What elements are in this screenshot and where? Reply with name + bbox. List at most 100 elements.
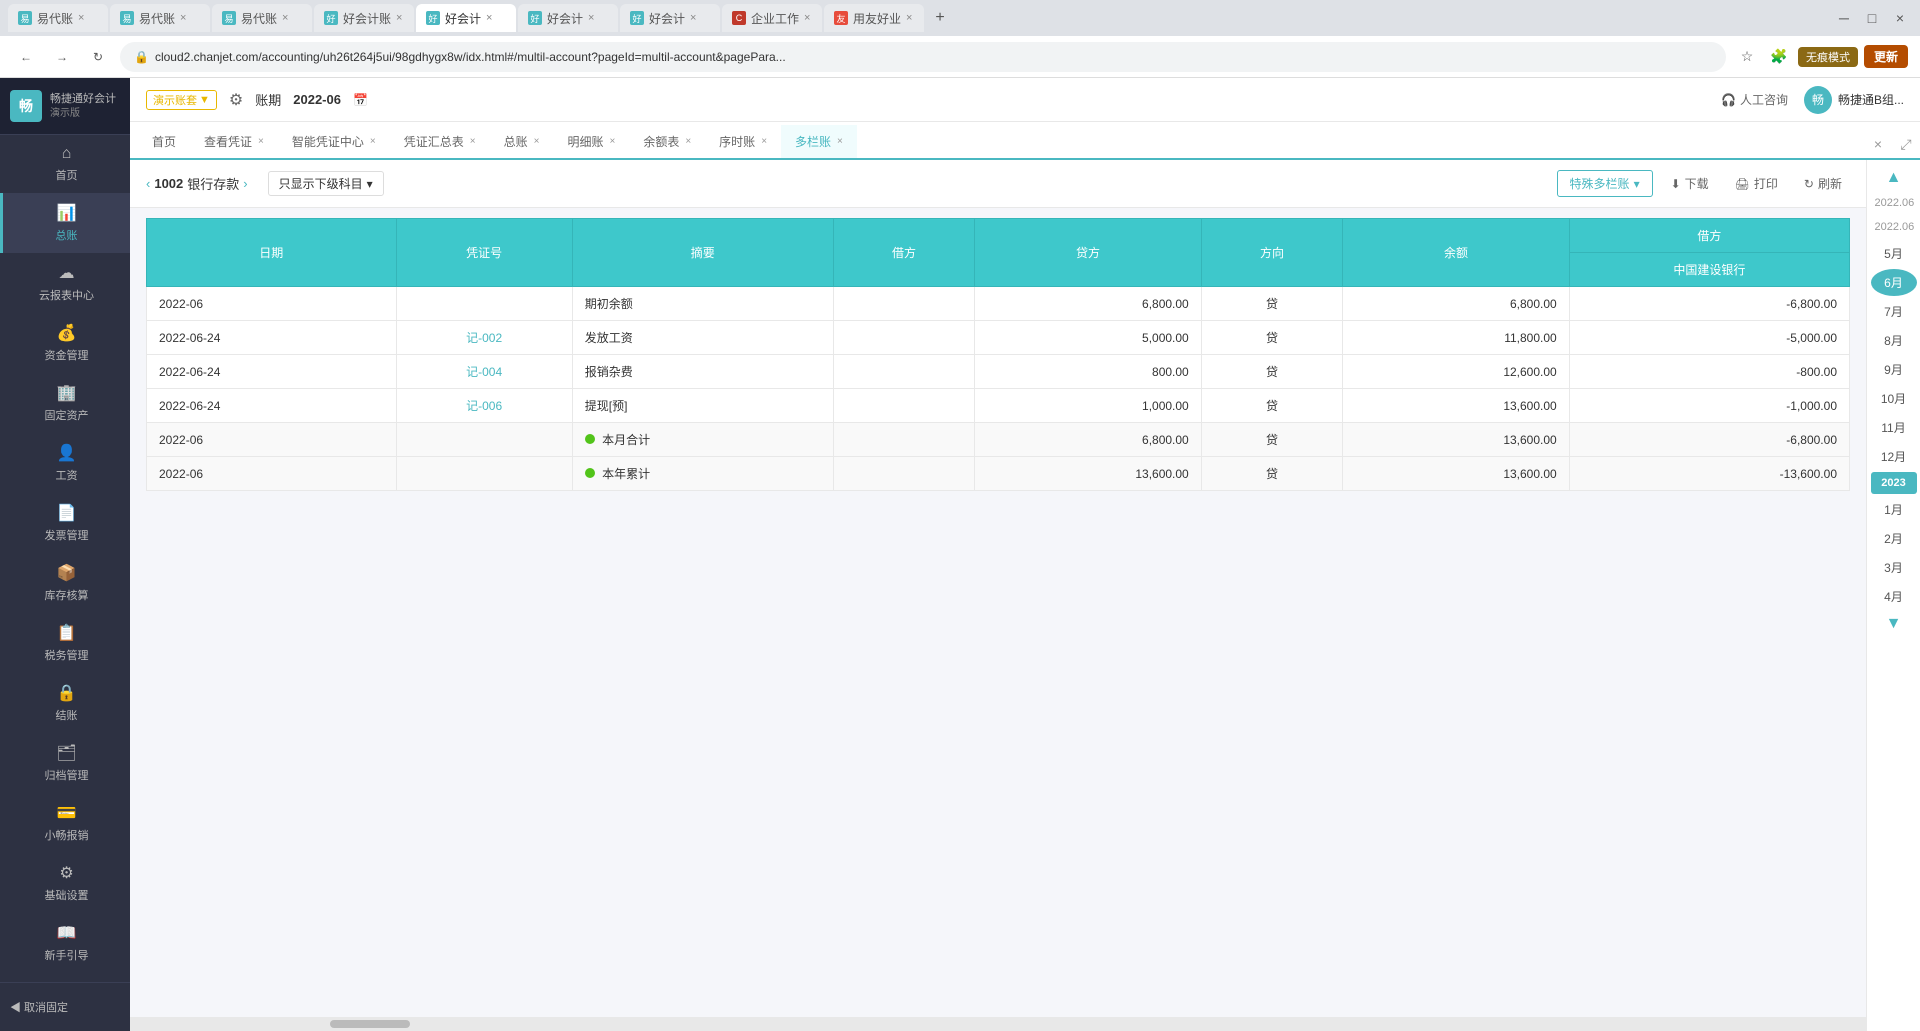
- bottom-scrollbar[interactable]: [130, 1017, 1866, 1031]
- browser-tab-close-9[interactable]: ×: [906, 12, 912, 24]
- sub-filter-dropdown[interactable]: 只显示下级科目 ▾: [268, 171, 384, 196]
- date-nav-down[interactable]: ▼: [1886, 611, 1902, 637]
- sidebar-item-tax[interactable]: 📋 税务管理: [0, 613, 130, 673]
- sidebar-item-archive[interactable]: 🗂 归档管理: [0, 733, 130, 793]
- prev-nav-arrow[interactable]: ‹: [146, 176, 150, 191]
- browser-tab-1[interactable]: 易 易代账 ×: [8, 4, 108, 32]
- tab-multi-col-ledger-close[interactable]: ×: [837, 136, 843, 147]
- browser-tab-close-8[interactable]: ×: [804, 12, 810, 24]
- cell-voucher-2[interactable]: 记-004: [396, 355, 572, 389]
- refresh-button[interactable]: ↻ 刷新: [1796, 171, 1850, 196]
- browser-tab-close-7[interactable]: ×: [690, 12, 696, 24]
- date-nav-oct[interactable]: 10月: [1871, 385, 1917, 412]
- tab-voucher-summary[interactable]: 凭证汇总表 ×: [390, 125, 490, 160]
- minimize-button[interactable]: ─: [1832, 6, 1856, 30]
- new-tab-button[interactable]: +: [926, 4, 954, 32]
- next-nav-arrow[interactable]: ›: [243, 176, 247, 191]
- refresh-button[interactable]: ↻: [84, 43, 112, 71]
- download-button[interactable]: ⬇ 下载: [1663, 171, 1717, 196]
- cell-multi-4: -6,800.00: [1569, 423, 1849, 457]
- date-nav-apr-2023[interactable]: 4月: [1871, 583, 1917, 610]
- tab-balance-table-close[interactable]: ×: [685, 136, 691, 147]
- sidebar-item-expense[interactable]: 💳 小畅报销: [0, 793, 130, 853]
- sidebar-item-fixed-assets[interactable]: 🏢 固定资产: [0, 373, 130, 433]
- sidebar-item-home[interactable]: ⌂ 首页: [0, 135, 130, 193]
- maximize-button[interactable]: □: [1860, 6, 1884, 30]
- browser-tab-3[interactable]: 易 易代账 ×: [212, 4, 312, 32]
- tab-balance-table[interactable]: 余额表 ×: [629, 125, 705, 160]
- tab-general-ledger-close[interactable]: ×: [534, 136, 540, 147]
- sidebar-item-fund-mgmt[interactable]: 💰 资金管理: [0, 313, 130, 373]
- tab-detail-ledger[interactable]: 明细账 ×: [553, 125, 629, 160]
- cell-date-5: 2022-06: [147, 457, 397, 491]
- demo-badge[interactable]: 演示账套 ▼: [146, 90, 217, 110]
- browser-tab-close-3[interactable]: ×: [282, 12, 288, 24]
- unpin-button[interactable]: ◀ 取消固定: [10, 993, 120, 1021]
- calendar-icon[interactable]: 📅: [353, 93, 368, 107]
- tab-sequence-ledger-close[interactable]: ×: [761, 136, 767, 147]
- browser-tab-close-6[interactable]: ×: [588, 12, 594, 24]
- browser-tab-2[interactable]: 易 易代账 ×: [110, 4, 210, 32]
- tab-voucher-view-close[interactable]: ×: [258, 136, 264, 147]
- incognito-button[interactable]: 无痕模式: [1798, 47, 1858, 67]
- settings-button[interactable]: ⚙: [229, 90, 243, 110]
- tab-voucher-view[interactable]: 查看凭证 ×: [190, 125, 278, 160]
- browser-tab-8[interactable]: C 企业工作 ×: [722, 4, 822, 32]
- date-nav-sep[interactable]: 9月: [1871, 356, 1917, 383]
- date-nav-mar-2023[interactable]: 3月: [1871, 554, 1917, 581]
- forward-button[interactable]: →: [48, 43, 76, 71]
- date-nav-aug[interactable]: 8月: [1871, 327, 1917, 354]
- close-window-button[interactable]: ×: [1888, 6, 1912, 30]
- cell-voucher-3[interactable]: 记-006: [396, 389, 572, 423]
- print-button[interactable]: 🖨 打印: [1727, 171, 1786, 196]
- sidebar-item-inventory[interactable]: 📦 库存核算: [0, 553, 130, 613]
- browser-tab-close-4[interactable]: ×: [396, 12, 402, 24]
- update-button[interactable]: 更新: [1864, 45, 1908, 68]
- date-nav-jul[interactable]: 7月: [1871, 298, 1917, 325]
- multi-col-button[interactable]: 特殊多栏账 ▾: [1557, 170, 1653, 197]
- date-nav-dec[interactable]: 12月: [1871, 443, 1917, 470]
- sidebar-item-cloud-report[interactable]: ☁ 云报表中心: [0, 253, 130, 313]
- user-info[interactable]: 畅 畅捷通B组...: [1804, 86, 1904, 114]
- date-nav-jan-2023[interactable]: 1月: [1871, 496, 1917, 523]
- date-nav-up[interactable]: ▲: [1886, 165, 1902, 191]
- close-tab-icon[interactable]: ×: [1864, 130, 1892, 158]
- sidebar-item-member[interactable]: 👑 畅会员: [0, 973, 130, 982]
- sidebar-item-invoice[interactable]: 📄 发票管理: [0, 493, 130, 553]
- browser-tab-5[interactable]: 好 好会计 ×: [416, 4, 516, 32]
- consult-button[interactable]: 🎧 人工咨询: [1721, 91, 1788, 108]
- browser-tab-4[interactable]: 好 好会计账 ×: [314, 4, 414, 32]
- sidebar-item-basic-settings[interactable]: ⚙ 基础设置: [0, 853, 130, 913]
- date-nav-jun[interactable]: 6月: [1871, 269, 1917, 296]
- browser-tab-close-1[interactable]: ×: [78, 12, 84, 24]
- date-nav-nov[interactable]: 11月: [1871, 414, 1917, 441]
- tab-multi-col-ledger[interactable]: 多栏账 ×: [781, 125, 857, 160]
- browser-tab-7[interactable]: 好 好会计 ×: [620, 4, 720, 32]
- url-input[interactable]: 🔒 cloud2.chanjet.com/accounting/uh26t264…: [120, 42, 1726, 72]
- tab-smart-voucher-close[interactable]: ×: [370, 136, 376, 147]
- tab-voucher-summary-close[interactable]: ×: [470, 136, 476, 147]
- tab-voucher-summary-label: 凭证汇总表: [404, 133, 464, 150]
- scroll-thumb[interactable]: [330, 1020, 410, 1028]
- tab-general-ledger[interactable]: 总账 ×: [490, 125, 554, 160]
- browser-tab-close-5[interactable]: ×: [486, 12, 492, 24]
- tab-smart-voucher[interactable]: 智能凭证中心 ×: [278, 125, 390, 160]
- browser-tab-6[interactable]: 好 好会计 ×: [518, 4, 618, 32]
- sidebar-item-guide[interactable]: 📖 新手引导: [0, 913, 130, 973]
- ledger-table-wrap[interactable]: 日期 凭证号 摘要 借方 贷方 方向 余额 借方 中国建设银行: [130, 208, 1866, 1017]
- bookmark-icon[interactable]: ☆: [1734, 44, 1760, 70]
- sidebar-item-salary[interactable]: 👤 工资: [0, 433, 130, 493]
- tab-home[interactable]: 首页: [138, 125, 190, 160]
- expand-tab-icon[interactable]: ⤢: [1892, 130, 1920, 158]
- cell-voucher-1[interactable]: 记-002: [396, 321, 572, 355]
- sidebar-item-general-ledger[interactable]: 📊 总账: [0, 193, 130, 253]
- tab-detail-ledger-close[interactable]: ×: [609, 136, 615, 147]
- date-nav-may[interactable]: 5月: [1871, 240, 1917, 267]
- sidebar-item-closing[interactable]: 🔒 结账: [0, 673, 130, 733]
- tab-sequence-ledger[interactable]: 序时账 ×: [705, 125, 781, 160]
- browser-tab-9[interactable]: 友 用友好业 ×: [824, 4, 924, 32]
- extensions-icon[interactable]: 🧩: [1766, 44, 1792, 70]
- date-nav-feb-2023[interactable]: 2月: [1871, 525, 1917, 552]
- back-button[interactable]: ←: [12, 43, 40, 71]
- browser-tab-close-2[interactable]: ×: [180, 12, 186, 24]
